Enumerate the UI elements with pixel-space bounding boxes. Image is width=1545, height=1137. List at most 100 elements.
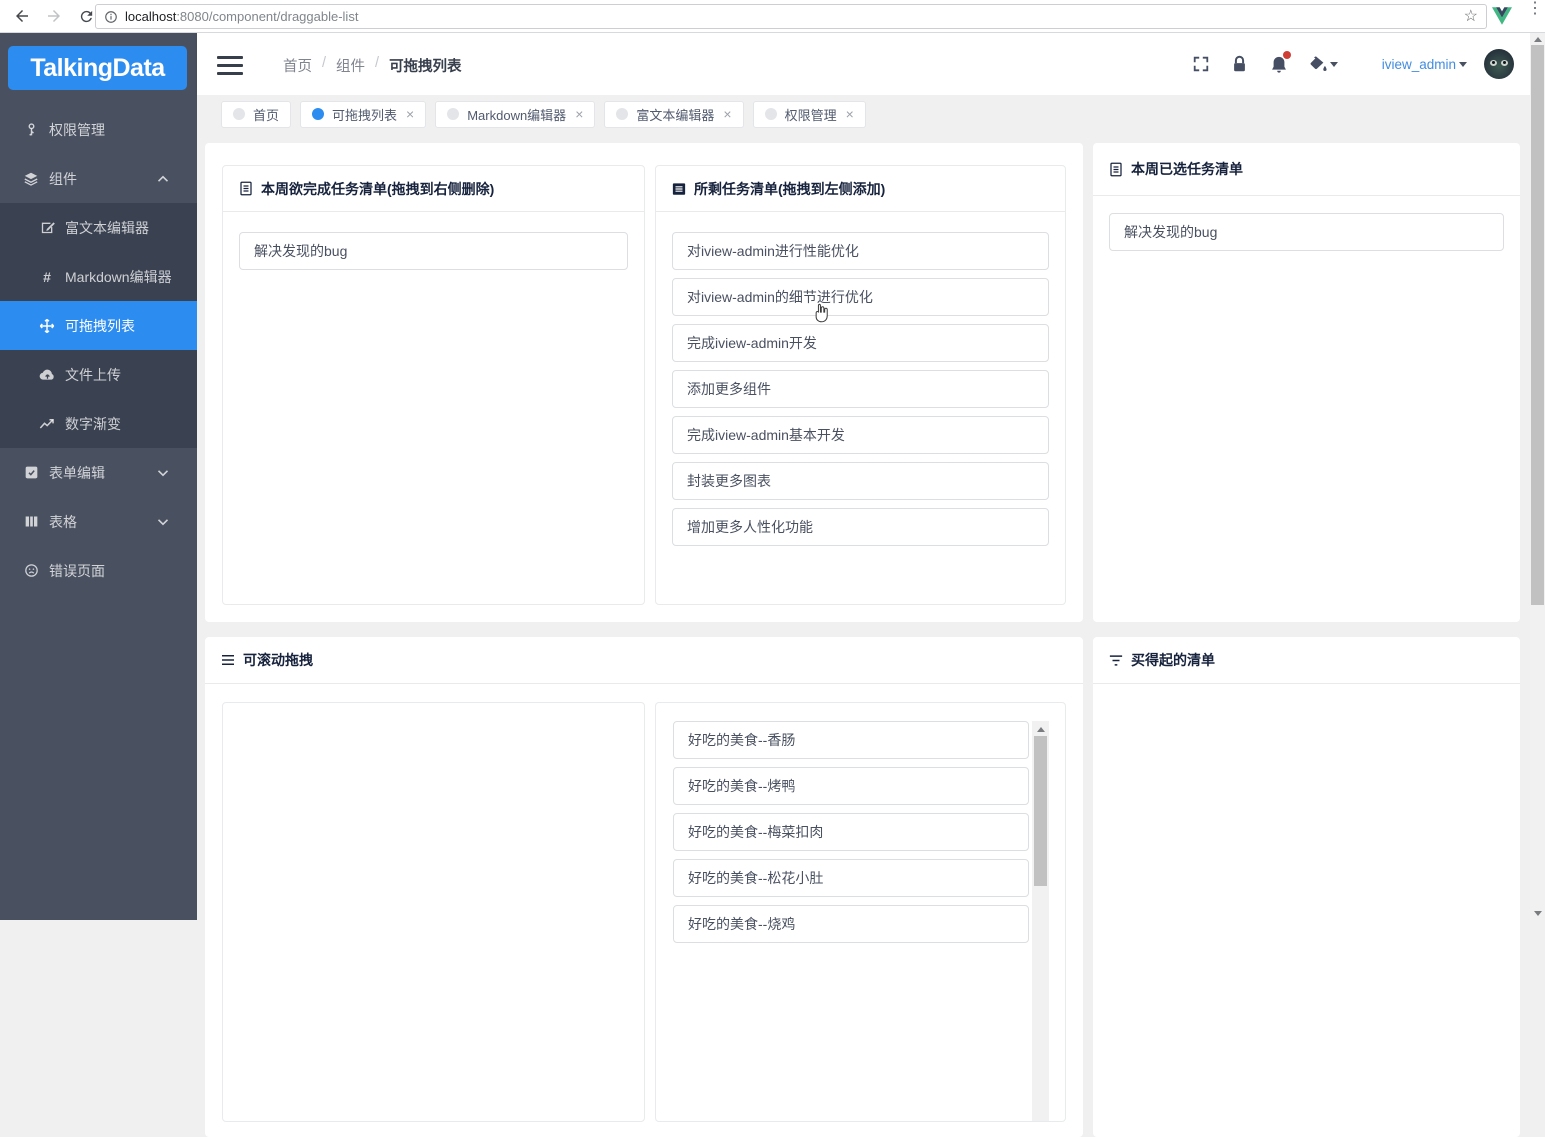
sidebar-item-label: 错误页面 [49,562,105,579]
scroll-up-icon[interactable] [1533,37,1542,42]
sidebar: TalkingData 权限管理 组件 富文本编辑器 # Markdown编辑器… [0,33,197,920]
tab-close-icon[interactable]: × [723,107,731,121]
page-scrollbar[interactable] [1530,33,1545,920]
sidebar-item-permissions[interactable]: 权限管理 [0,106,197,154]
notifications-bell-icon[interactable] [1268,51,1291,75]
browser-menu-icon[interactable]: ⋮ [1527,1,1543,17]
list-item[interactable]: 好吃的美食--烤鸭 [673,767,1029,805]
sad-face-icon [22,563,40,578]
breadcrumb-current: 可拖拽列表 [389,59,462,75]
key-icon [22,122,40,138]
list-item[interactable]: 好吃的美食--烧鸡 [673,905,1029,943]
user-menu[interactable]: iview_admin [1382,57,1467,72]
list-item-label: 好吃的美食--香肠 [688,732,796,748]
sidebar-item-richtext-editor[interactable]: 富文本编辑器 [0,203,197,252]
inner-scrollbar[interactable] [1032,721,1049,1121]
sidebar-item-file-upload[interactable]: 文件上传 [0,350,197,399]
fullscreen-icon[interactable] [1190,53,1212,75]
breadcrumb: 首页 / 组件 / 可拖拽列表 [283,55,462,76]
app-logo[interactable]: TalkingData [8,46,187,90]
tab-draggable-list[interactable]: 可拖拽列表 × [300,100,427,128]
tab-home[interactable]: 首页 [221,100,292,128]
list-item[interactable]: 完成iview-admin开发 [672,324,1049,362]
tab-close-icon[interactable]: × [406,107,414,121]
remaining-task-list: 对iview-admin进行性能优化 对iview-admin的细节进行优化 完成i… [656,212,1065,546]
vue-devtools-icon[interactable] [1492,7,1512,25]
url-text: localhost:8080/component/draggable-list [125,9,359,24]
breadcrumb-components[interactable]: 组件 [336,55,365,76]
username-label: iview_admin [1381,56,1456,72]
tab-dot [764,108,777,120]
checkbox-icon [22,465,40,480]
lock-icon[interactable] [1229,53,1251,75]
page-content: 本周欲完成任务清单(拖拽到右侧删除) 解决发现的bug 所剩任务清单(拖拽到左侧… [197,133,1530,1137]
sidebar-item-components[interactable]: 组件 [0,154,197,203]
sidebar-item-form-edit[interactable]: 表单编辑 [0,448,197,497]
list-item[interactable]: 对iview-admin进行性能优化 [672,232,1049,270]
compose-icon [38,220,56,235]
list-item[interactable]: 好吃的美食--香肠 [673,721,1029,759]
sidebar-item-label: Markdown编辑器 [65,268,172,285]
card-weekly-tasks-header: 本周欲完成任务清单(拖拽到右侧删除) [223,166,644,212]
list-item[interactable]: 好吃的美食--梅菜扣肉 [673,813,1029,851]
tab-richtext-editor[interactable]: 富文本编辑器 × [604,100,744,128]
inner-scrollbar-thumb[interactable] [1034,736,1047,886]
sidebar-item-label: 表单编辑 [49,464,105,481]
address-bar[interactable]: localhost:8080/component/draggable-list … [95,4,1487,29]
sidebar-toggle-icon[interactable] [217,56,243,80]
browser-toolbar: localhost:8080/component/draggable-list … [0,0,1545,33]
list-item[interactable]: 好吃的美食--松花小肚 [673,859,1029,897]
sidebar-item-label: 富文本编辑器 [65,219,149,236]
list-item[interactable]: 解决发现的bug [239,232,628,270]
list-item[interactable]: 增加更多人性化功能 [672,508,1049,546]
breadcrumb-home[interactable]: 首页 [283,55,312,76]
list-item-label: 解决发现的bug [254,243,348,259]
scroll-down-icon[interactable] [1533,911,1542,916]
affordable-list[interactable] [1093,684,1520,701]
list-item[interactable]: 解决发现的bug [1109,213,1504,251]
funnel-icon [1109,654,1123,666]
tab-close-icon[interactable]: × [846,107,854,121]
weekly-task-list: 解决发现的bug [223,212,644,270]
card-scrollable-drag: 可滚动拖拽 好吃的美食--香肠 好吃的美食--烤鸭 好吃的美食--梅菜扣肉 好吃的美食… [205,637,1083,1137]
browser-refresh-icon[interactable] [76,6,96,26]
page-scrollbar-thumb[interactable] [1531,45,1544,605]
cloud-upload-icon [38,367,56,382]
sidebar-item-number-gradient[interactable]: 数字渐变 [0,399,197,448]
sidebar-item-draggable-list[interactable]: 可拖拽列表 [0,301,197,350]
list-item[interactable]: 封装更多图表 [672,462,1049,500]
list-item-label: 好吃的美食--烤鸭 [688,778,796,794]
list-item[interactable]: 添加更多组件 [672,370,1049,408]
tab-close-icon[interactable]: × [575,107,583,121]
scroll-up-icon[interactable] [1036,727,1045,732]
browser-forward-icon [44,6,64,26]
breadcrumb-separator: / [375,55,380,71]
bookmark-star-icon[interactable]: ☆ [1464,8,1478,25]
caret-down-icon [1459,61,1467,67]
card-remaining-tasks-header: 所剩任务清单(拖拽到左侧添加) [656,166,1065,212]
card-title: 本周欲完成任务清单(拖拽到右侧删除) [261,180,495,197]
theme-switch-icon[interactable] [1307,53,1339,75]
sidebar-item-markdown-editor[interactable]: # Markdown编辑器 [0,252,197,301]
list-item[interactable]: 完成iview-admin基本开发 [672,416,1049,454]
tab-label: 富文本编辑器 [636,107,715,123]
sidebar-item-tables[interactable]: 表格 [0,497,197,546]
avatar[interactable] [1484,49,1514,79]
sidebar-item-error-pages[interactable]: 错误页面 [0,546,197,595]
tab-dot [616,108,629,120]
list-filled-icon [672,182,686,195]
card-title: 所剩任务清单(拖拽到左侧添加) [694,180,886,197]
list-item-label: 好吃的美食--梅菜扣肉 [688,824,824,840]
browser-back-icon[interactable] [12,6,32,26]
list-item-label: 好吃的美食--松花小肚 [688,870,824,886]
list-item-label: 封装更多图表 [687,473,771,489]
sidebar-item-label: 文件上传 [65,366,121,383]
tab-permissions[interactable]: 权限管理 × [752,100,866,128]
page-info-icon[interactable] [104,10,118,24]
list-item[interactable]: 对iview-admin的细节进行优化 [672,278,1049,316]
tab-markdown-editor[interactable]: Markdown编辑器 × [435,100,596,128]
paper-list-icon [1110,162,1122,176]
scroll-drop-target-box[interactable] [222,702,645,1122]
trending-up-icon [38,417,56,430]
card-affordable: 买得起的清单 [1093,637,1520,1137]
